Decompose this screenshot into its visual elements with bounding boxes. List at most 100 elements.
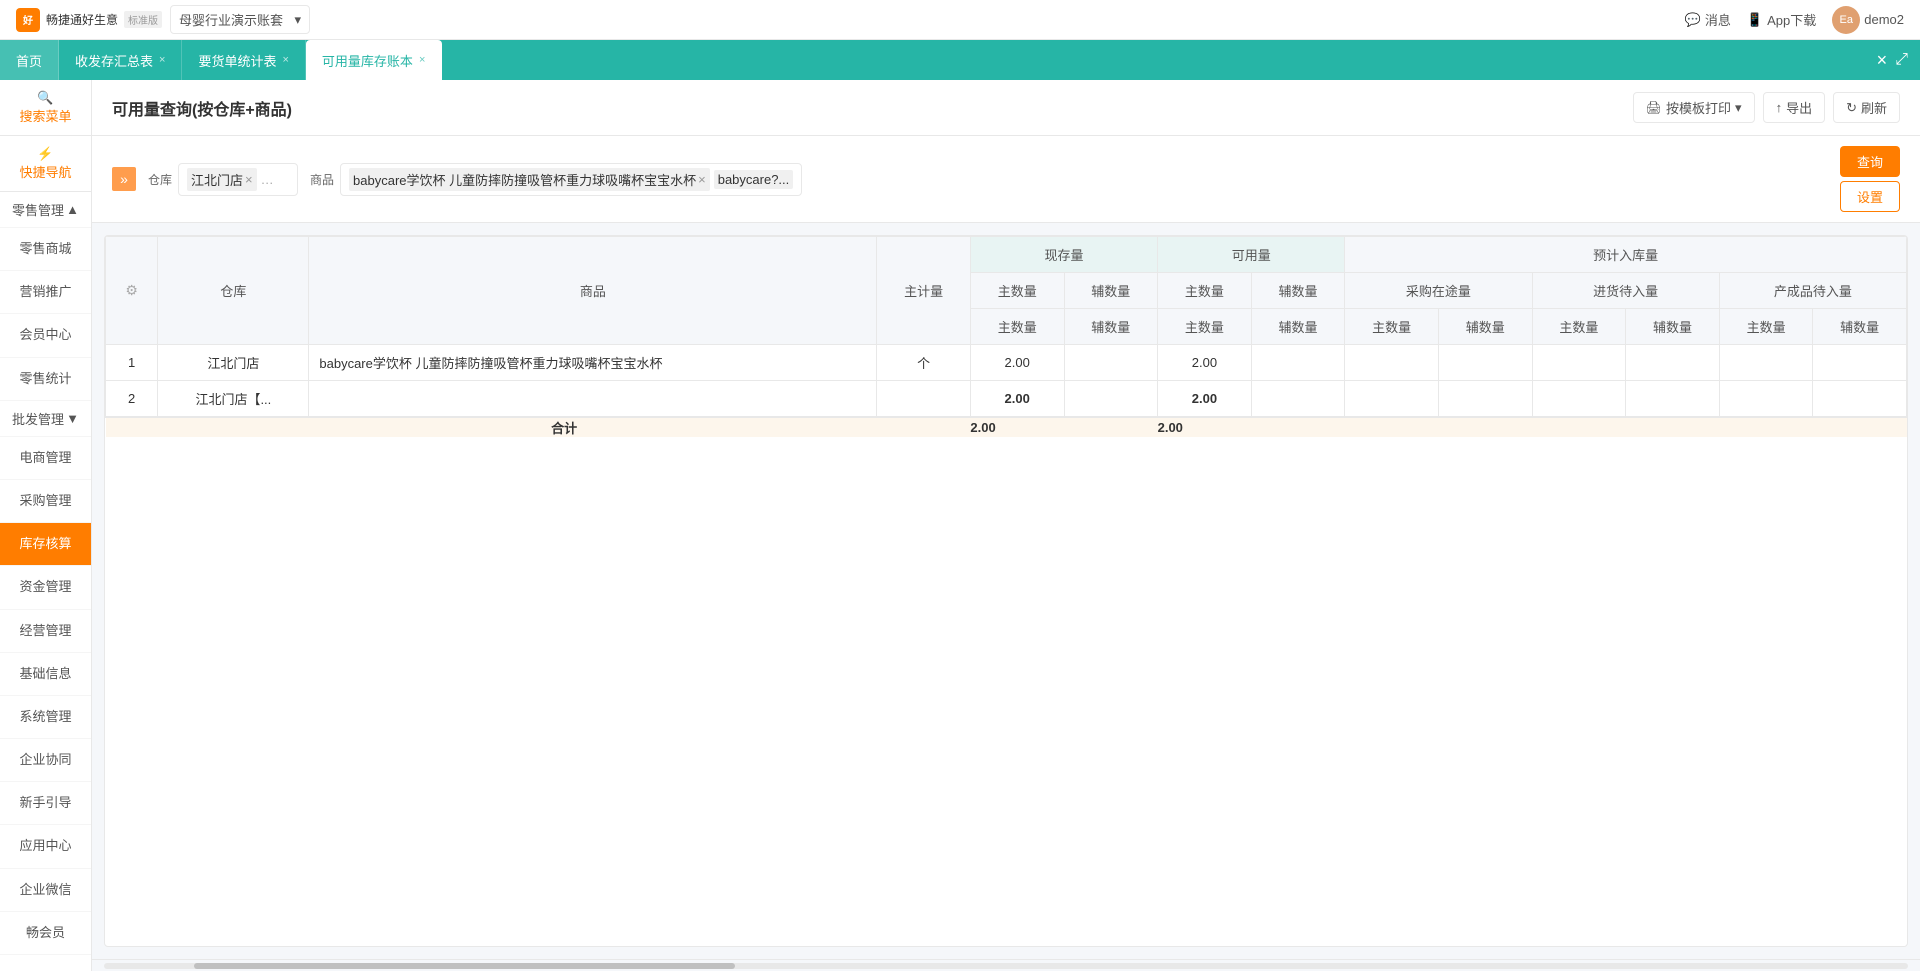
row2-pt-aux [1438, 381, 1532, 418]
row1-unit: 个 [877, 345, 971, 381]
refresh-btn[interactable]: ↻ 刷新 [1833, 92, 1900, 123]
row2-warehouse: 江北门店【... [158, 381, 309, 418]
sidebar-quick-nav[interactable]: ⚡ 快捷导航 [0, 136, 91, 192]
footer-pt-main [1345, 417, 1439, 437]
sidebar-item-finance-mgmt[interactable]: 资金管理 [0, 566, 91, 609]
print-icon: 🖨 [1646, 100, 1663, 116]
col-product-header: 商品 [309, 237, 877, 345]
sidebar: 🔍 搜索菜单 ⚡ 快捷导航 零售管理 ▲ 零售商城 营销推广 会员中心 零售统计… [0, 80, 92, 971]
row2-fp-main [1719, 381, 1813, 418]
top-bar-left: 好 畅捷通好生意 标准版 母婴行业演示账套 ▾ [16, 5, 310, 34]
sidebar-item-marketing[interactable]: 营销推广 [0, 271, 91, 314]
sidebar-item-retail-store[interactable]: 零售商城 [0, 228, 91, 271]
row1-pt-aux [1438, 345, 1532, 381]
tab-order-stats[interactable]: 要货单统计表 × [182, 40, 305, 80]
footer-avail-main: 2.00 [1158, 417, 1252, 437]
table-row: 2 江北门店【... 2.00 2.00 [106, 381, 1907, 418]
sidebar-item-system-mgmt-label: 系统管理 [19, 709, 71, 724]
tab-order-stats-close[interactable]: × [282, 54, 288, 66]
search-icon: 🔍 [37, 90, 53, 105]
scroll-track[interactable] [104, 963, 1908, 969]
nav-tab-actions: × ⤢ [1865, 50, 1920, 71]
app-download-btn[interactable]: 📱 App下载 [1747, 10, 1816, 29]
product-tag-1-close[interactable]: × [698, 172, 706, 187]
row2-avail-aux [1251, 381, 1345, 418]
col-cur-aux-sub: 辅数量 [1064, 309, 1158, 345]
avatar: Ea [1832, 6, 1860, 34]
col-pt-aux-sub: 辅数量 [1438, 309, 1532, 345]
warehouse-tag-close[interactable]: × [245, 172, 253, 187]
col-fp-main-sub: 主数量 [1719, 309, 1813, 345]
logo-text: 畅捷通好生意 [46, 11, 118, 28]
sidebar-item-new-guide[interactable]: 新手引导 [0, 782, 91, 825]
sidebar-search[interactable]: 🔍 搜索菜单 [0, 80, 91, 136]
chevron-icon: ▲ [66, 202, 79, 217]
sidebar-item-ecommerce-mgmt-label: 电商管理 [19, 450, 71, 465]
row1-current-main: 2.00 [970, 345, 1064, 381]
sidebar-item-basic-info-label: 基础信息 [19, 666, 71, 681]
warehouse-filter: 仓库 江北门店 × … [148, 163, 298, 196]
tab-available-stock-close[interactable]: × [419, 54, 425, 66]
footer-row: 合计 2.00 2.00 [106, 417, 1907, 437]
query-btn[interactable]: 查询 [1840, 146, 1900, 177]
sidebar-item-purchase-mgmt[interactable]: 采购管理 [0, 480, 91, 523]
product-input[interactable]: babycare学饮杯 儿童防摔防撞吸管杯重力球吸嘴杯宝宝水杯 × babyca… [340, 163, 802, 196]
sidebar-item-retail-mgmt[interactable]: 零售管理 ▲ [0, 192, 91, 228]
col-cur-main-sub: 主数量 [970, 309, 1064, 345]
col-unit-header: 主计量 [877, 237, 971, 345]
col-ip-aux-sub: 辅数量 [1626, 309, 1720, 345]
sidebar-item-retail-stats[interactable]: 零售统计 [0, 358, 91, 401]
sidebar-item-wholesale-mgmt[interactable]: 批发管理 ▼ [0, 401, 91, 437]
export-btn[interactable]: ↑ 导出 [1763, 92, 1826, 123]
filter-bar: » 仓库 江北门店 × … 商品 babycare学饮杯 儿童防摔防撞吸管杯重力… [92, 136, 1920, 223]
product-filter: 商品 babycare学饮杯 儿童防摔防撞吸管杯重力球吸嘴杯宝宝水杯 × bab… [310, 163, 802, 196]
sidebar-item-enterprise-collab[interactable]: 企业协同 [0, 739, 91, 782]
industry-select[interactable]: 母婴行业演示账套 ▾ [170, 5, 310, 34]
sidebar-item-operations-mgmt-label: 经营管理 [19, 623, 71, 638]
tab-available-stock[interactable]: 可用量库存账本 × [306, 40, 442, 80]
sidebar-item-operations-mgmt[interactable]: 经营管理 [0, 610, 91, 653]
col-current-main-header: 主数量 [970, 273, 1064, 309]
print-btn[interactable]: 🖨 按模板打印 ▾ [1633, 92, 1755, 123]
filter-toggle-btn[interactable]: » [112, 167, 136, 191]
message-btn[interactable]: 💬 消息 [1685, 10, 1731, 29]
sidebar-item-inventory-mgmt[interactable]: 库存核算 [0, 523, 91, 566]
tab-receipt-summary[interactable]: 收发存汇总表 × [59, 40, 182, 80]
edition-badge: 标准版 [124, 11, 162, 28]
sidebar-item-system-mgmt[interactable]: 系统管理 [0, 696, 91, 739]
col-available-header: 可用量 [1158, 237, 1345, 273]
tab-receipt-summary-close[interactable]: × [159, 54, 165, 66]
sidebar-item-app-center[interactable]: 应用中心 [0, 825, 91, 868]
sidebar-item-vip-label: 畅会员 [26, 925, 65, 940]
close-all-tabs-btn[interactable]: × [1877, 50, 1888, 71]
col-finished-pending-header: 产成品待入量 [1719, 273, 1906, 309]
sidebar-item-vip[interactable]: 畅会员 [0, 912, 91, 955]
row1-product: babycare学饮杯 儿童防摔防撞吸管杯重力球吸嘴杯宝宝水杯 [309, 345, 877, 381]
col-planned-inbound-header: 预计入库量 [1345, 237, 1907, 273]
row2-unit [877, 381, 971, 418]
user-name: demo2 [1864, 12, 1904, 27]
settings-btn[interactable]: 设置 [1840, 181, 1900, 212]
user-area[interactable]: Ea demo2 [1832, 6, 1904, 34]
print-label: 按模板打印 [1666, 98, 1731, 117]
sidebar-item-basic-info[interactable]: 基础信息 [0, 653, 91, 696]
bottom-scroll [92, 959, 1920, 971]
scroll-thumb[interactable] [194, 963, 735, 969]
footer-fp-aux [1813, 417, 1907, 437]
sidebar-item-enterprise-wechat-label: 企业微信 [19, 882, 71, 897]
sidebar-item-ecommerce-mgmt[interactable]: 电商管理 [0, 437, 91, 480]
sidebar-item-enterprise-wechat[interactable]: 企业微信 [0, 869, 91, 912]
row1-avail-aux [1251, 345, 1345, 381]
export-icon: ↑ [1776, 100, 1783, 115]
row1-current-aux [1064, 345, 1158, 381]
warehouse-more-icon[interactable]: … [261, 172, 274, 187]
tab-home[interactable]: 首页 [0, 40, 59, 80]
page-header: 可用量查询(按仓库+商品) 🖨 按模板打印 ▾ ↑ 导出 ↻ 刷新 [92, 80, 1920, 136]
tab-order-stats-label: 要货单统计表 [198, 51, 276, 70]
expand-btn[interactable]: ⤢ [1895, 51, 1908, 69]
warehouse-input[interactable]: 江北门店 × … [178, 163, 298, 196]
gear-icon[interactable]: ⚙ [125, 282, 138, 298]
sidebar-item-member-center[interactable]: 会员中心 [0, 314, 91, 357]
col-inbound-pending-header: 进货待入量 [1532, 273, 1719, 309]
footer-avail-aux [1251, 417, 1345, 437]
